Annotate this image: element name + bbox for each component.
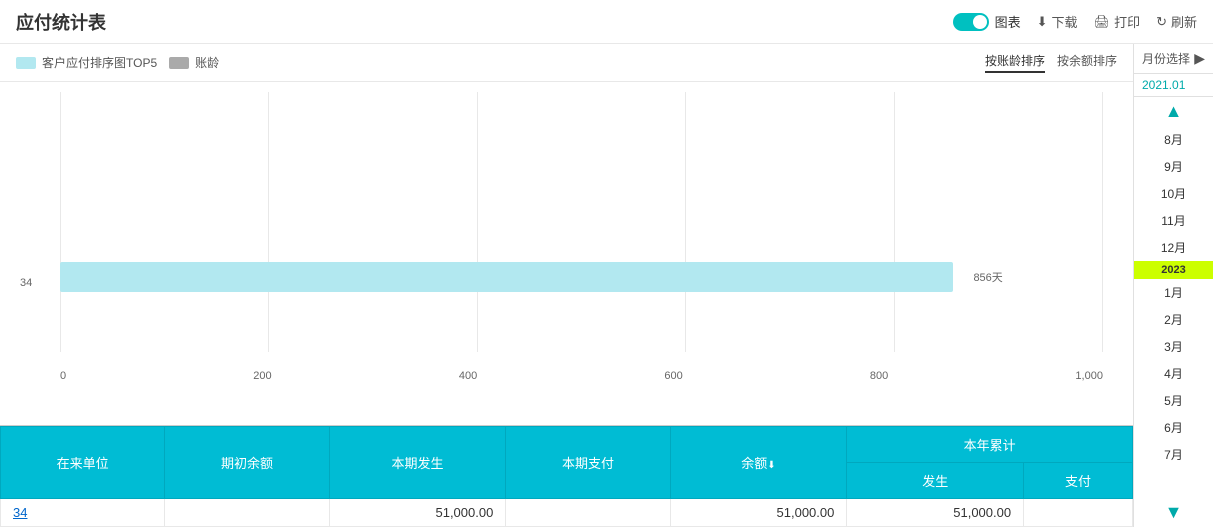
right-sidebar: 月份选择 ▶ 2021.01 ▲ 8月9月10月11月12月20231月2月3月… <box>1133 44 1213 527</box>
month-item[interactable]: 7月 <box>1134 441 1213 468</box>
sidebar-current-date: 2021.01 <box>1134 74 1213 97</box>
th-ytd: 本年累计 <box>847 427 1133 463</box>
bar-end-label-0: 856天 <box>973 269 1002 285</box>
bar-row-0: 856天 <box>60 262 1103 292</box>
sidebar-header: 月份选择 ▶ <box>1134 44 1213 74</box>
month-item[interactable]: 8月 <box>1134 126 1213 153</box>
sort-by-amount-btn[interactable]: 按余额排序 <box>1057 52 1117 73</box>
download-button[interactable]: ⬇ 下载 <box>1037 12 1078 31</box>
chart-toggle[interactable] <box>953 13 989 31</box>
month-item[interactable]: 5月 <box>1134 387 1213 414</box>
sidebar-collapse-btn[interactable]: ▶ <box>1194 50 1205 67</box>
x-tick-400: 400 <box>459 370 477 382</box>
sidebar-scroll-up-btn[interactable]: ▲ <box>1134 97 1213 126</box>
legend-main-label: 客户应付排序图TOP5 <box>42 54 157 71</box>
chart-label: 图表 <box>995 12 1021 31</box>
month-item[interactable]: 6月 <box>1134 414 1213 441</box>
sidebar-months: 8月9月10月11月12月20231月2月3月4月5月6月7月 <box>1134 126 1213 498</box>
month-item[interactable]: 10月 <box>1134 180 1213 207</box>
th-opening: 期初余额 <box>165 427 329 499</box>
th-balance: 余额⬇ <box>670 427 847 499</box>
chart-controls: 客户应付排序图TOP5 账龄 按账龄排序 按余额排序 <box>0 44 1133 82</box>
month-item[interactable]: 11月 <box>1134 207 1213 234</box>
bar-fill-0: 856天 <box>60 262 953 292</box>
table-header-row-1: 在来单位 期初余额 本期发生 本期支付 余额⬇ 本年累计 <box>1 427 1133 463</box>
bar-chart: 34 856天 0 200 400 600 <box>20 92 1113 382</box>
refresh-button[interactable]: ↻ 刷新 <box>1156 12 1197 31</box>
sort-by-balance-btn[interactable]: 按账龄排序 <box>985 52 1045 73</box>
bar-chart-container: 34 856天 0 200 400 600 <box>0 82 1133 425</box>
th-unit: 在来单位 <box>1 427 165 499</box>
cell-occur: 51,000.00 <box>329 499 506 527</box>
month-item[interactable]: 9月 <box>1134 153 1213 180</box>
x-tick-800: 800 <box>870 370 888 382</box>
legend-secondary: 账龄 <box>169 54 219 71</box>
th-ytd-pay: 支付 <box>1024 463 1133 499</box>
x-axis: 0 200 400 600 800 1,000 <box>60 370 1103 382</box>
gridline-5 <box>1102 92 1103 352</box>
cell-pay <box>506 499 670 527</box>
chart-toggle-group: 图表 <box>953 12 1021 31</box>
legend-main: 客户应付排序图TOP5 <box>16 54 157 71</box>
print-label: 打印 <box>1114 12 1140 31</box>
print-icon: 🖨 <box>1094 14 1111 30</box>
header-actions: 图表 ⬇ 下载 🖨 打印 ↻ 刷新 <box>953 12 1197 31</box>
data-table: 在来单位 期初余额 本期发生 本期支付 余额⬇ 本年累计 发生 支付 <box>0 426 1133 527</box>
cell-ytd-occur: 51,000.00 <box>847 499 1024 527</box>
sidebar-title: 月份选择 <box>1142 50 1190 67</box>
month-item[interactable]: 4月 <box>1134 360 1213 387</box>
chart-sort-buttons: 按账龄排序 按余额排序 <box>985 52 1117 73</box>
table-row: 34 51,000.00 51,000.00 51,000.00 <box>1 499 1133 527</box>
legend-secondary-label: 账龄 <box>195 54 219 71</box>
sidebar-scroll-down-btn[interactable]: ▼ <box>1134 498 1213 527</box>
y-axis-label-34: 34 <box>20 277 32 289</box>
refresh-label: 刷新 <box>1171 12 1197 31</box>
x-tick-0: 0 <box>60 370 66 382</box>
month-item[interactable]: 3月 <box>1134 333 1213 360</box>
th-pay: 本期支付 <box>506 427 670 499</box>
chart-legend: 客户应付排序图TOP5 账龄 <box>16 54 219 71</box>
month-item[interactable]: 2月 <box>1134 306 1213 333</box>
x-tick-600: 600 <box>664 370 682 382</box>
th-ytd-occur: 发生 <box>847 463 1024 499</box>
cell-balance: 51,000.00 <box>670 499 847 527</box>
x-tick-1000: 1,000 <box>1075 370 1103 382</box>
month-item[interactable]: 2023 <box>1134 261 1213 279</box>
x-gridlines <box>60 92 1103 352</box>
month-item[interactable]: 12月 <box>1134 234 1213 261</box>
page-title: 应付统计表 <box>16 9 106 35</box>
table-body: 34 51,000.00 51,000.00 51,000.00 <box>1 499 1133 527</box>
gridline-2 <box>477 92 478 352</box>
table-container: 在来单位 期初余额 本期发生 本期支付 余额⬇ 本年累计 发生 支付 <box>0 425 1133 527</box>
print-button[interactable]: 🖨 打印 <box>1094 12 1141 31</box>
legend-main-color <box>16 57 36 69</box>
download-icon: ⬇ <box>1037 14 1048 30</box>
cell-unit[interactable]: 34 <box>1 499 165 527</box>
month-item[interactable]: 1月 <box>1134 279 1213 306</box>
x-tick-200: 200 <box>253 370 271 382</box>
gridline-0 <box>60 92 61 352</box>
cell-opening <box>165 499 329 527</box>
gridline-1 <box>268 92 269 352</box>
gridline-3 <box>685 92 686 352</box>
refresh-icon: ↻ <box>1156 14 1167 30</box>
header: 应付统计表 图表 ⬇ 下载 🖨 打印 ↻ 刷新 <box>0 0 1213 44</box>
bar-track-0: 856天 <box>60 262 1103 292</box>
download-label: 下载 <box>1052 12 1078 31</box>
legend-secondary-color <box>169 57 189 69</box>
main-content: 客户应付排序图TOP5 账龄 按账龄排序 按余额排序 <box>0 44 1213 527</box>
cell-ytd-pay <box>1024 499 1133 527</box>
chart-area: 客户应付排序图TOP5 账龄 按账龄排序 按余额排序 <box>0 44 1133 527</box>
th-occur: 本期发生 <box>329 427 506 499</box>
gridline-4 <box>894 92 895 352</box>
